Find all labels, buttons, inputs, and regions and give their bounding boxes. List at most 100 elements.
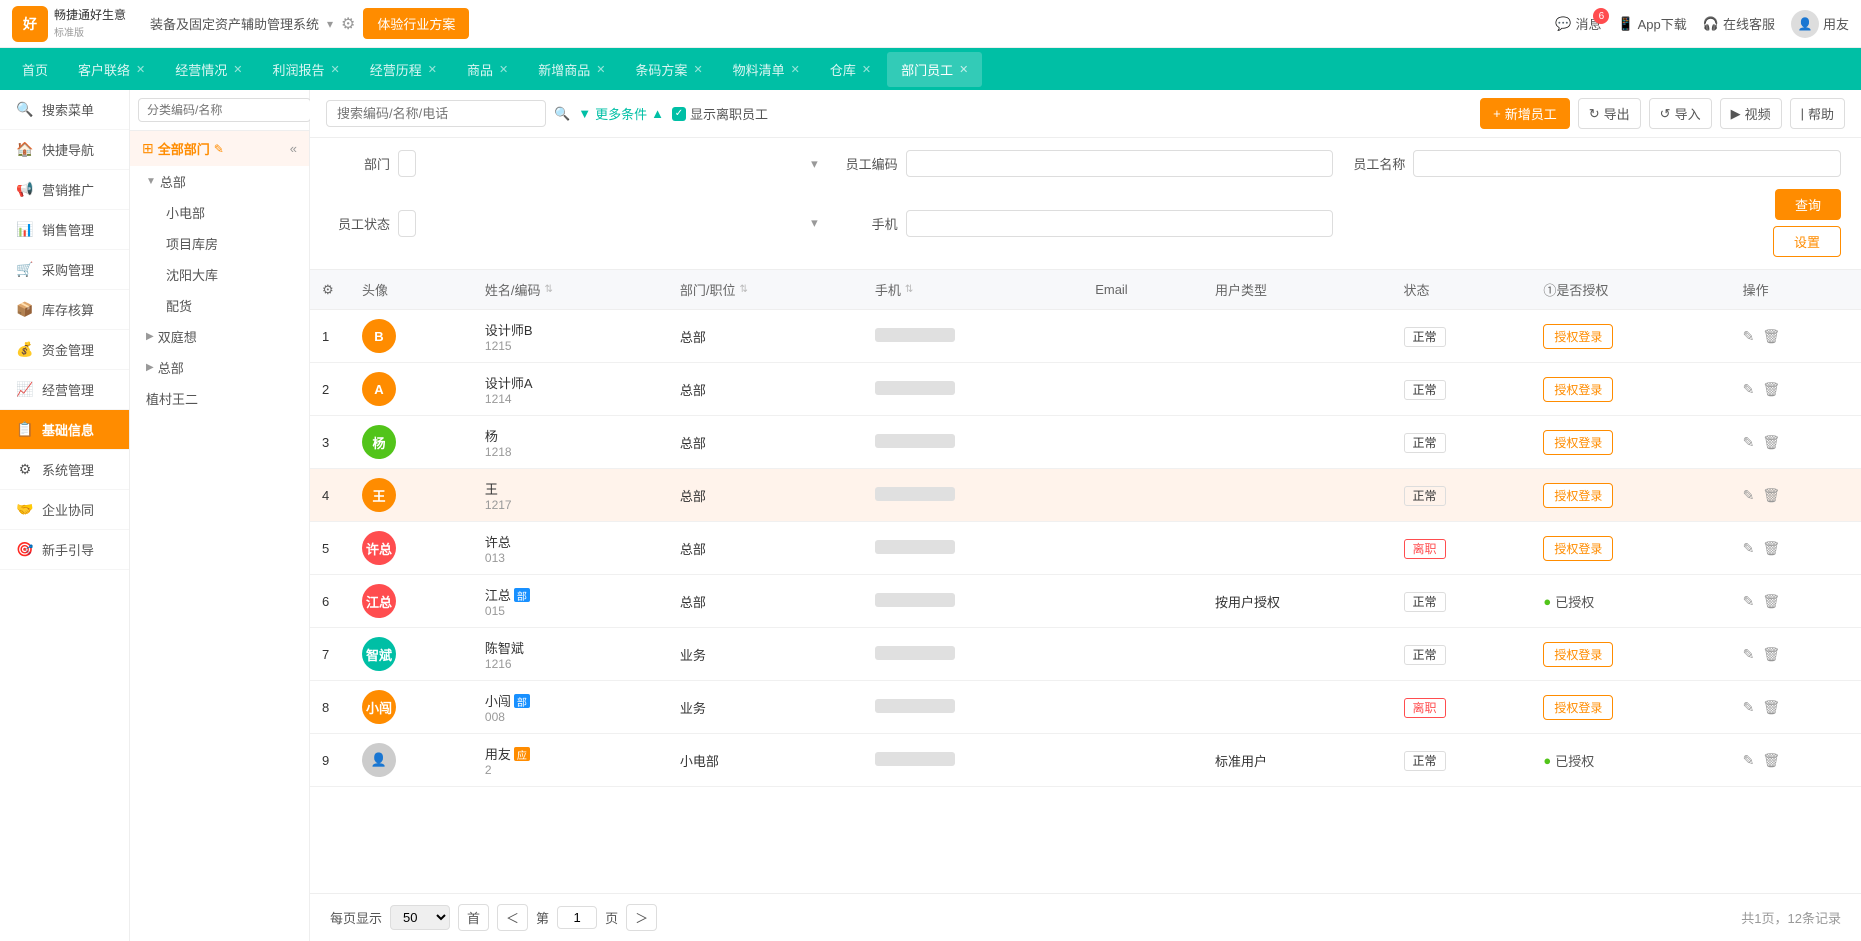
status-select[interactable] [398, 210, 416, 237]
delete-button[interactable]: 🗑 [1762, 434, 1780, 451]
delete-button[interactable]: 🗑 [1762, 540, 1780, 557]
delete-button[interactable]: 🗑 [1762, 699, 1780, 716]
auth-button[interactable]: 授权登录 [1543, 430, 1613, 455]
sidebar-item-finance[interactable]: 💰 资金管理 [0, 330, 129, 370]
nav-close-new-goods[interactable]: ✕ [596, 63, 605, 76]
auth-button[interactable]: 授权登录 [1543, 642, 1613, 667]
online-service-item[interactable]: 🎧 在线客服 [1703, 14, 1775, 33]
first-page-button[interactable]: 首 [458, 904, 489, 931]
sidebar-item-inventory[interactable]: 📦 库存核算 [0, 290, 129, 330]
page-number-input[interactable] [557, 906, 597, 929]
sidebar-item-purchase[interactable]: 🛒 采购管理 [0, 250, 129, 290]
nav-item-bom[interactable]: 物料清单✕ [719, 52, 814, 87]
nav-item-goods[interactable]: 商品✕ [453, 52, 522, 87]
trial-button[interactable]: 体验行业方案 [363, 8, 469, 39]
nav-close-goods[interactable]: ✕ [499, 63, 508, 76]
more-conditions-button[interactable]: ▼ 更多条件 ▲ [578, 104, 664, 123]
th-settings[interactable]: ⚙ [310, 270, 350, 310]
nav-close-barcode[interactable]: ✕ [693, 63, 702, 76]
sidebar-item-sales[interactable]: 📊 销售管理 [0, 210, 129, 250]
message-item[interactable]: 💬 消息 6 [1555, 14, 1601, 33]
nav-item-home[interactable]: 首页 [8, 52, 62, 87]
query-button[interactable]: 查询 [1775, 189, 1841, 220]
nav-close-customer[interactable]: ✕ [136, 63, 145, 76]
nav-item-barcode[interactable]: 条码方案✕ [621, 52, 716, 87]
auth-button[interactable]: 授权登录 [1543, 695, 1613, 720]
sidebar-item-guide[interactable]: 🎯 新手引导 [0, 530, 129, 570]
resigned-checkbox[interactable]: ✓ [672, 107, 686, 121]
sort-dept-icon[interactable]: ⇅ [739, 284, 747, 295]
search-submit-icon[interactable]: 🔍 [554, 106, 570, 122]
auth-button[interactable]: 授权登录 [1543, 483, 1613, 508]
per-page-select[interactable]: 50 20 100 [390, 905, 450, 930]
nav-item-new-goods[interactable]: 新增商品✕ [524, 52, 619, 87]
auth-button[interactable]: 授权登录 [1543, 324, 1613, 349]
delete-button[interactable]: 🗑 [1762, 487, 1780, 504]
nav-item-dept[interactable]: 部门员工✕ [887, 52, 982, 87]
edit-button[interactable]: ✎ [1743, 593, 1755, 610]
dept-node-xiaodian[interactable]: 小电部 [146, 197, 309, 228]
delete-button[interactable]: 🗑 [1762, 593, 1780, 610]
delete-button[interactable]: 🗑 [1762, 381, 1780, 398]
edit-button[interactable]: ✎ [1743, 381, 1755, 398]
nav-item-warehouse[interactable]: 仓库✕ [816, 52, 885, 87]
settings-icon[interactable]: ⚙ [341, 14, 355, 34]
nav-close-history[interactable]: ✕ [428, 63, 437, 76]
prev-page-button[interactable]: ＜ [497, 904, 528, 931]
dept-node-shenyang[interactable]: 沈阳大库 [146, 259, 309, 290]
nav-item-profit[interactable]: 利润报告✕ [258, 52, 353, 87]
search-input[interactable] [326, 100, 546, 127]
edit-button[interactable]: ✎ [1743, 752, 1755, 769]
edit-button[interactable]: ✎ [1743, 699, 1755, 716]
edit-button[interactable]: ✎ [1743, 487, 1755, 504]
settings-button[interactable]: 设置 [1773, 226, 1841, 257]
nav-close-warehouse[interactable]: ✕ [862, 63, 871, 76]
dept-node-distribution[interactable]: 配货 [146, 290, 309, 321]
dept-node-zhicun[interactable]: 植村王二 [130, 383, 309, 414]
delete-button[interactable]: 🗑 [1762, 752, 1780, 769]
sort-phone-icon[interactable]: ⇅ [905, 284, 913, 295]
edit-button[interactable]: ✎ [1743, 540, 1755, 557]
sidebar-item-management[interactable]: 📈 经营管理 [0, 370, 129, 410]
delete-button[interactable]: 🗑 [1762, 328, 1780, 345]
user-item[interactable]: 👤 用友 [1791, 10, 1849, 38]
dept-collapse-icon[interactable]: « [290, 141, 297, 156]
dept-all-label[interactable]: 全部部门 [158, 139, 210, 158]
dept-select[interactable] [398, 150, 416, 177]
edit-button[interactable]: ✎ [1743, 328, 1755, 345]
sort-name-icon[interactable]: ⇅ [545, 284, 553, 295]
nav-item-customer[interactable]: 客户联络✕ [64, 52, 159, 87]
help-button[interactable]: | 帮助 [1790, 98, 1845, 129]
dept-edit-icon[interactable]: ✎ [214, 142, 224, 156]
edit-button[interactable]: ✎ [1743, 434, 1755, 451]
view-button[interactable]: ▶ 视频 [1720, 98, 1782, 129]
sidebar-item-search[interactable]: 🔍 搜索菜单 [0, 90, 129, 130]
nav-item-history[interactable]: 经营历程✕ [356, 52, 451, 87]
edit-button[interactable]: ✎ [1743, 646, 1755, 663]
dept-node-zongbu[interactable]: ▶ 总部 [130, 352, 309, 383]
emp-code-input[interactable] [906, 150, 1334, 177]
nav-close-operation[interactable]: ✕ [233, 63, 242, 76]
dept-node-shuangting[interactable]: ▶ 双庭想 [130, 321, 309, 352]
dept-search-input[interactable] [138, 98, 311, 122]
delete-button[interactable]: 🗑 [1762, 646, 1780, 663]
nav-close-dept[interactable]: ✕ [959, 63, 968, 76]
sidebar-item-nav[interactable]: 🏠 快捷导航 [0, 130, 129, 170]
phone-input[interactable] [906, 210, 1334, 237]
nav-close-bom[interactable]: ✕ [791, 63, 800, 76]
import-button[interactable]: ↺ 导入 [1649, 98, 1712, 129]
export-button[interactable]: ↻ 导出 [1578, 98, 1641, 129]
next-page-button[interactable]: ＞ [626, 904, 657, 931]
sidebar-item-system[interactable]: ⚙ 系统管理 [0, 450, 129, 490]
sidebar-item-collab[interactable]: 🤝 企业协同 [0, 490, 129, 530]
show-resigned-toggle[interactable]: ✓ 显示离职员工 [672, 104, 768, 123]
sidebar-item-marketing[interactable]: 📢 营销推广 [0, 170, 129, 210]
emp-name-input[interactable] [1413, 150, 1841, 177]
dept-node-project[interactable]: 项目库房 [146, 228, 309, 259]
add-employee-button[interactable]: + 新增员工 [1480, 98, 1570, 129]
nav-close-profit[interactable]: ✕ [331, 63, 340, 76]
nav-item-operation[interactable]: 经营情况✕ [161, 52, 256, 87]
auth-button[interactable]: 授权登录 [1543, 377, 1613, 402]
app-download-item[interactable]: 📱 App下载 [1617, 14, 1686, 33]
sidebar-item-basic-info[interactable]: 📋 基础信息 [0, 410, 129, 450]
